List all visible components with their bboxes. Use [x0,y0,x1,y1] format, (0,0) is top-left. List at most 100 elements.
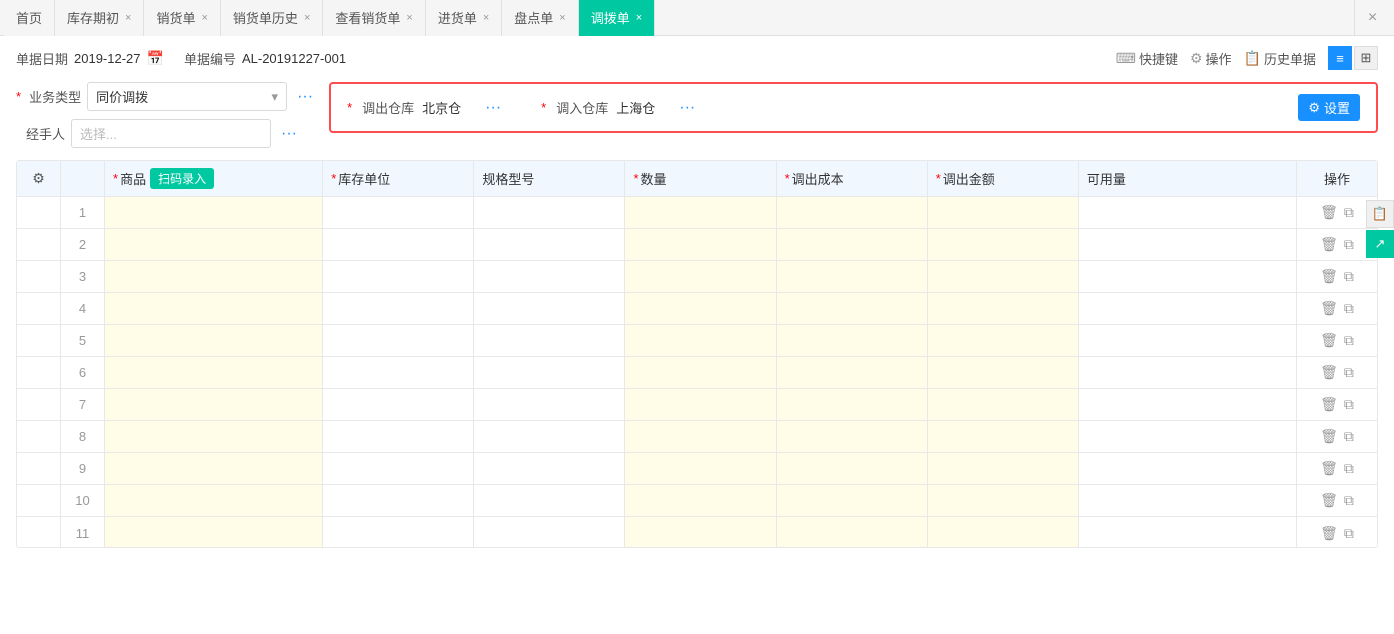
tab-inventory-init[interactable]: 库存期初 × [55,0,144,36]
row-product[interactable] [105,357,323,388]
row-delete-icon[interactable]: 🗑 [1320,332,1338,349]
tab-close-purchase[interactable]: × [483,12,489,24]
row-amount[interactable] [928,485,1079,516]
row-cost[interactable] [777,261,928,292]
row-copy-icon[interactable]: ⧉ [1344,396,1354,413]
row-qty[interactable] [625,325,776,356]
row-cost[interactable] [777,229,928,260]
scan-button[interactable]: 扫码录入 [150,168,214,189]
calendar-icon[interactable]: 📅 [147,50,164,67]
row-copy-icon[interactable]: ⧉ [1344,204,1354,221]
row-amount[interactable] [928,229,1079,260]
row-copy-icon[interactable]: ⧉ [1344,300,1354,317]
row-qty[interactable] [625,293,776,324]
tab-transfer[interactable]: 调拨单 × [579,0,655,36]
float-list-button[interactable]: 📋 [1366,200,1394,228]
tab-purchase[interactable]: 进货单 × [426,0,502,36]
row-qty[interactable] [625,517,776,547]
warehouse-out-value[interactable]: 北京仓 [422,98,461,117]
business-type-more-icon[interactable]: ··· [297,88,313,106]
row-cost[interactable] [777,421,928,452]
row-amount[interactable] [928,421,1079,452]
table-row[interactable]: 7 🗑 ⧉ [17,389,1377,421]
row-copy-icon[interactable]: ⧉ [1344,460,1354,477]
row-copy-icon[interactable]: ⧉ [1344,268,1354,285]
tab-home[interactable]: 首页 [4,0,55,36]
row-amount[interactable] [928,517,1079,547]
table-row[interactable]: 2 🗑 ⧉ [17,229,1377,261]
operation-button[interactable]: ⚙ 操作 [1190,49,1232,68]
tab-close-transfer[interactable]: × [636,12,642,24]
row-delete-icon[interactable]: 🗑 [1320,428,1338,445]
row-qty[interactable] [625,197,776,228]
row-product[interactable] [105,293,323,324]
table-row[interactable]: 5 🗑 ⧉ [17,325,1377,357]
warehouse-out-more-icon[interactable]: ··· [485,99,501,117]
handler-more-icon[interactable]: ··· [281,125,297,143]
row-qty[interactable] [625,421,776,452]
table-row[interactable]: 8 🗑 ⧉ [17,421,1377,453]
row-cost[interactable] [777,293,928,324]
tab-close-stocktake[interactable]: × [559,12,565,24]
row-product[interactable] [105,389,323,420]
date-value[interactable]: 2019-12-27 [74,51,141,66]
row-amount[interactable] [928,453,1079,484]
table-row[interactable]: 6 🗑 ⧉ [17,357,1377,389]
row-cost[interactable] [777,357,928,388]
row-product[interactable] [105,261,323,292]
table-row[interactable]: 10 🗑 ⧉ [17,485,1377,517]
row-delete-icon[interactable]: 🗑 [1320,204,1338,221]
row-delete-icon[interactable]: 🗑 [1320,364,1338,381]
row-cost[interactable] [777,453,928,484]
tab-close-check-sales[interactable]: × [406,12,412,24]
row-product[interactable] [105,325,323,356]
row-amount[interactable] [928,389,1079,420]
gear-icon[interactable]: ⚙ [32,170,45,187]
table-row[interactable]: 3 🗑 ⧉ [17,261,1377,293]
row-delete-icon[interactable]: 🗑 [1320,236,1338,253]
row-product[interactable] [105,485,323,516]
tab-close-sales-order[interactable]: × [201,12,207,24]
th-gear[interactable]: ⚙ [17,161,61,196]
row-copy-icon[interactable]: ⧉ [1344,332,1354,349]
handler-input[interactable]: 选择... [71,119,271,148]
row-delete-icon[interactable]: 🗑 [1320,268,1338,285]
row-amount[interactable] [928,293,1079,324]
row-amount[interactable] [928,325,1079,356]
row-qty[interactable] [625,389,776,420]
row-copy-icon[interactable]: ⧉ [1344,364,1354,381]
row-cost[interactable] [777,517,928,547]
row-delete-icon[interactable]: 🗑 [1320,300,1338,317]
row-qty[interactable] [625,453,776,484]
row-product[interactable] [105,453,323,484]
row-copy-icon[interactable]: ⧉ [1344,492,1354,509]
row-qty[interactable] [625,261,776,292]
warehouse-in-value[interactable]: 上海仓 [616,98,655,117]
tab-sales-order[interactable]: 销货单 × [144,0,220,36]
shortcut-button[interactable]: ⌨ 快捷键 [1116,49,1178,68]
tab-check-sales[interactable]: 查看销货单 × [323,0,425,36]
table-row[interactable]: 4 🗑 ⧉ [17,293,1377,325]
row-cost[interactable] [777,197,928,228]
tab-close-sales-history[interactable]: × [304,12,310,24]
row-delete-icon[interactable]: 🗑 [1320,396,1338,413]
row-cost[interactable] [777,485,928,516]
row-qty[interactable] [625,485,776,516]
tab-sales-history[interactable]: 销货单历史 × [221,0,323,36]
row-amount[interactable] [928,197,1079,228]
tab-close-inventory-init[interactable]: × [125,12,131,24]
tab-stocktake[interactable]: 盘点单 × [502,0,578,36]
warehouse-in-more-icon[interactable]: ··· [679,99,695,117]
float-export-button[interactable]: ↗ [1366,230,1394,258]
row-delete-icon[interactable]: 🗑 [1320,525,1338,542]
row-delete-icon[interactable]: 🗑 [1320,460,1338,477]
business-type-input[interactable]: 同价调拨 ▾ [87,82,287,111]
grid-view-button[interactable]: ⊞ [1354,46,1378,70]
row-qty[interactable] [625,229,776,260]
row-delete-icon[interactable]: 🗑 [1320,492,1338,509]
settings-button[interactable]: ⚙ 设置 [1298,94,1360,121]
table-row[interactable]: 1 🗑 ⧉ [17,197,1377,229]
row-product[interactable] [105,421,323,452]
list-view-button[interactable]: ≡ [1328,46,1352,70]
row-qty[interactable] [625,357,776,388]
